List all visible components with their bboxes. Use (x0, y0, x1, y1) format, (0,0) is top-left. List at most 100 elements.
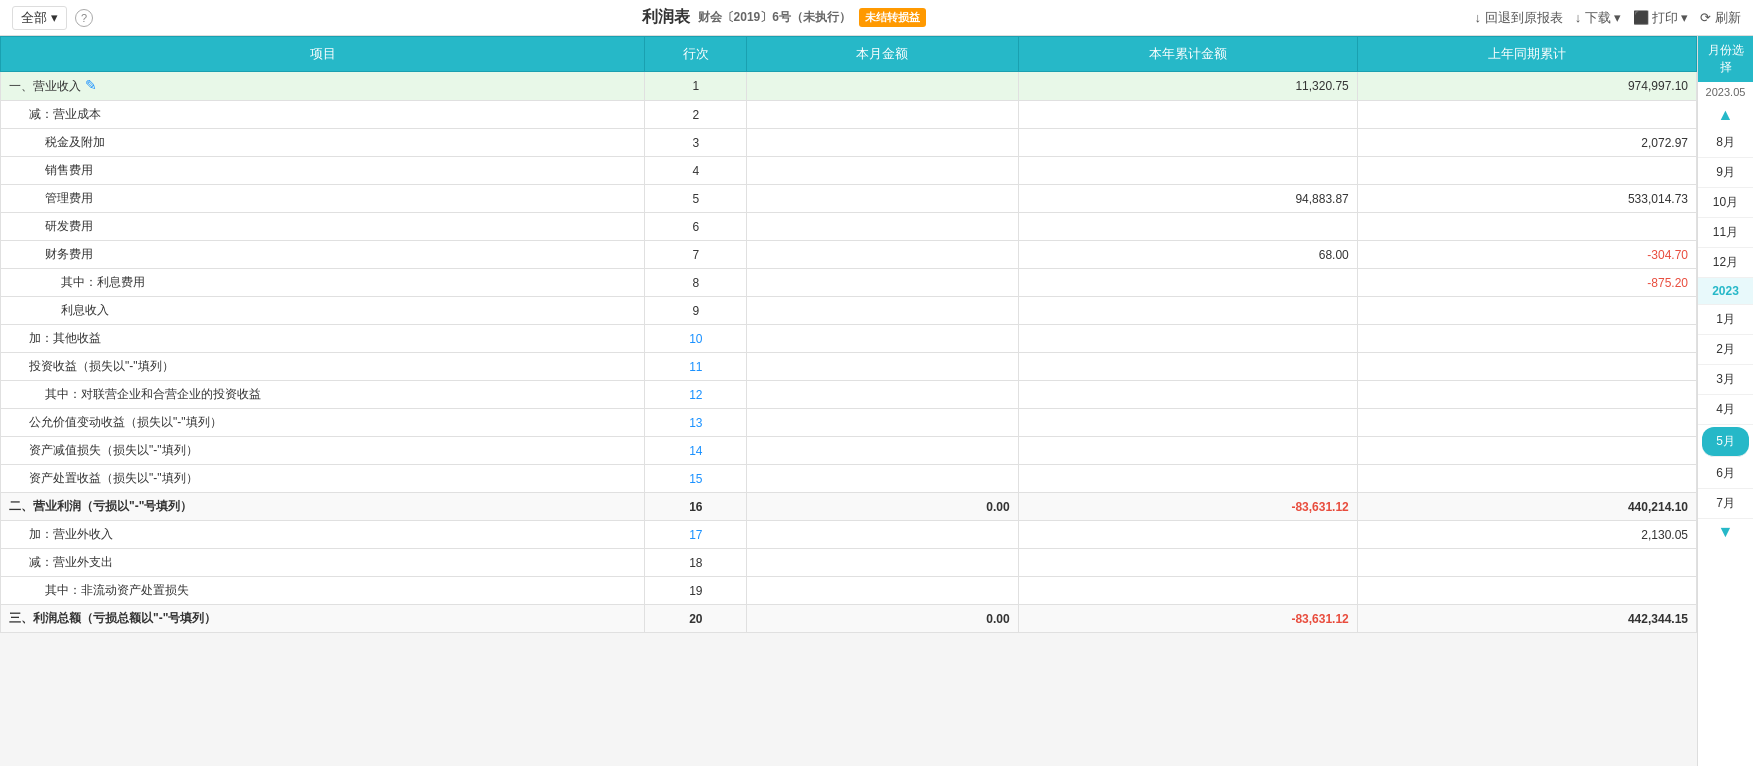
cell-lastyear-amount (1357, 101, 1696, 129)
col-header-lastyear: 上年同期累计 (1357, 37, 1696, 72)
current-year-label: 2023.05 (1698, 82, 1753, 102)
cell-year-amount (1018, 353, 1357, 381)
cell-month-amount (747, 381, 1018, 409)
table-row: 三、利润总额（亏损总额以"-"号填列）200.00-83,631.12442,3… (1, 605, 1697, 633)
cell-month-amount (747, 297, 1018, 325)
cell-row-num: 18 (645, 549, 747, 577)
cell-lastyear-amount: 974,997.10 (1357, 72, 1696, 101)
cell-year-amount (1018, 437, 1357, 465)
cell-row-num: 5 (645, 185, 747, 213)
month-item[interactable]: 9月 (1698, 158, 1753, 188)
table-row: 税金及附加32,072.97 (1, 129, 1697, 157)
month-item[interactable]: 12月 (1698, 248, 1753, 278)
cell-lastyear-amount: -304.70 (1357, 241, 1696, 269)
col-header-row: 行次 (645, 37, 747, 72)
doc-info: 财会〔2019〕6号（未执行） (698, 9, 851, 26)
cell-lastyear-amount (1357, 157, 1696, 185)
table-row: 销售费用4 (1, 157, 1697, 185)
cell-month-amount (747, 241, 1018, 269)
cell-row-num: 8 (645, 269, 747, 297)
cell-year-amount (1018, 409, 1357, 437)
cell-lastyear-amount: 440,214.10 (1357, 493, 1696, 521)
month-item[interactable]: 5月 (1702, 427, 1749, 457)
month-nav-down[interactable]: ▼ (1698, 519, 1753, 545)
cell-year-amount: 11,320.75 (1018, 72, 1357, 101)
cell-month-amount (747, 129, 1018, 157)
cell-item: 加：营业外收入 (1, 521, 645, 549)
cell-row-num: 13 (645, 409, 747, 437)
dropdown-all[interactable]: 全部 ▾ (12, 6, 67, 30)
cell-month-amount: 0.00 (747, 605, 1018, 633)
cell-month-amount (747, 577, 1018, 605)
table-row: 研发费用6 (1, 213, 1697, 241)
table-row: 减：营业成本2 (1, 101, 1697, 129)
cell-year-amount (1018, 577, 1357, 605)
table-row: 加：其他收益10 (1, 325, 1697, 353)
table-row: 二、营业利润（亏损以"-"号填列）160.00-83,631.12440,214… (1, 493, 1697, 521)
month-item[interactable]: 8月 (1698, 128, 1753, 158)
cell-row-num: 3 (645, 129, 747, 157)
cell-item: 减：营业外支出 (1, 549, 645, 577)
help-icon[interactable]: ? (75, 9, 93, 27)
cell-item: 二、营业利润（亏损以"-"号填列） (1, 493, 645, 521)
edit-icon[interactable]: ✎ (85, 77, 97, 93)
month-item[interactable]: 3月 (1698, 365, 1753, 395)
month-item[interactable]: 6月 (1698, 459, 1753, 489)
month-item[interactable]: 4月 (1698, 395, 1753, 425)
cell-row-num: 20 (645, 605, 747, 633)
cell-lastyear-amount (1357, 213, 1696, 241)
cell-lastyear-amount (1357, 549, 1696, 577)
cell-month-amount (747, 325, 1018, 353)
cell-row-num: 1 (645, 72, 747, 101)
cell-item: 财务费用 (1, 241, 645, 269)
month-item[interactable]: 7月 (1698, 489, 1753, 519)
cell-year-amount (1018, 101, 1357, 129)
month-item[interactable]: 2023 (1698, 278, 1753, 305)
cell-year-amount (1018, 381, 1357, 409)
cell-row-num: 11 (645, 353, 747, 381)
month-sidebar-title: 月份选择 (1698, 36, 1753, 82)
month-nav-up[interactable]: ▲ (1698, 102, 1753, 128)
cell-lastyear-amount (1357, 325, 1696, 353)
col-header-item: 项目 (1, 37, 645, 72)
month-item[interactable]: 10月 (1698, 188, 1753, 218)
back-button[interactable]: ↓ 回退到原报表 (1475, 9, 1563, 27)
cell-item: 资产处置收益（损失以"-"填列） (1, 465, 645, 493)
cell-lastyear-amount: 533,014.73 (1357, 185, 1696, 213)
month-item[interactable]: 11月 (1698, 218, 1753, 248)
cell-lastyear-amount: 2,130.05 (1357, 521, 1696, 549)
refresh-button[interactable]: ⟳ 刷新 (1700, 9, 1741, 27)
table-row: 其中：对联营企业和合营企业的投资收益12 (1, 381, 1697, 409)
cell-item: 利息收入 (1, 297, 645, 325)
cell-row-num: 15 (645, 465, 747, 493)
download-arrow-icon: ▾ (1614, 10, 1621, 25)
print-button[interactable]: ⬛ 打印 ▾ (1633, 9, 1689, 27)
cell-year-amount: -83,631.12 (1018, 493, 1357, 521)
cell-row-num: 7 (645, 241, 747, 269)
table-row: 减：营业外支出18 (1, 549, 1697, 577)
month-item[interactable]: 2月 (1698, 335, 1753, 365)
dropdown-label: 全部 (21, 9, 47, 27)
cell-lastyear-amount (1357, 577, 1696, 605)
cell-month-amount (747, 185, 1018, 213)
cell-item: 销售费用 (1, 157, 645, 185)
cell-lastyear-amount: 442,344.15 (1357, 605, 1696, 633)
report-title: 利润表 (642, 7, 690, 28)
cell-item: 研发费用 (1, 213, 645, 241)
col-header-year: 本年累计金额 (1018, 37, 1357, 72)
cell-lastyear-amount (1357, 437, 1696, 465)
status-badge[interactable]: 未结转损益 (859, 8, 926, 27)
cell-row-num: 16 (645, 493, 747, 521)
cell-month-amount (747, 549, 1018, 577)
cell-lastyear-amount (1357, 465, 1696, 493)
cell-month-amount (747, 72, 1018, 101)
month-item[interactable]: 1月 (1698, 305, 1753, 335)
cell-year-amount (1018, 129, 1357, 157)
cell-month-amount (747, 101, 1018, 129)
cell-year-amount: -83,631.12 (1018, 605, 1357, 633)
cell-year-amount (1018, 213, 1357, 241)
cell-month-amount (747, 213, 1018, 241)
cell-month-amount (747, 353, 1018, 381)
cell-year-amount (1018, 325, 1357, 353)
download-button[interactable]: ↓ 下载 ▾ (1575, 9, 1621, 27)
